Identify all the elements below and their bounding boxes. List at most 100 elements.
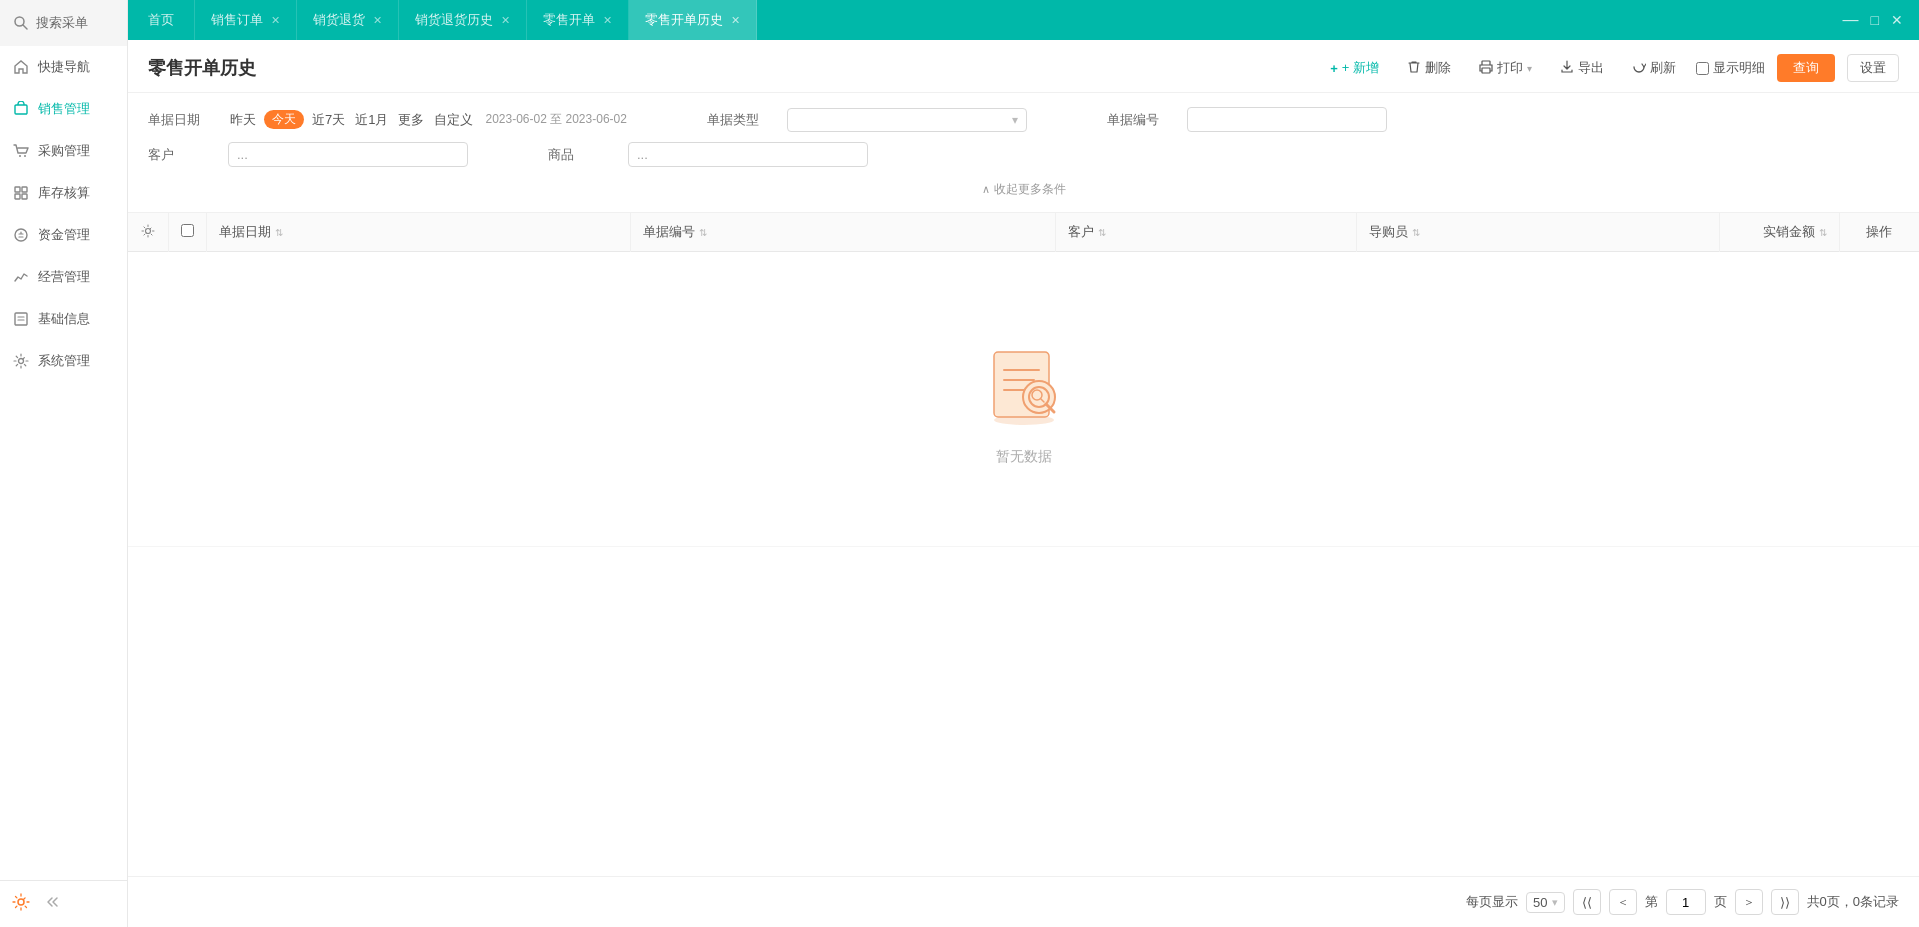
- export-icon: [1560, 60, 1574, 77]
- goods-placeholder-text: ...: [637, 147, 648, 162]
- svg-rect-8: [22, 194, 27, 199]
- delete-button[interactable]: 删除: [1399, 55, 1459, 81]
- doc-num-input[interactable]: [1187, 107, 1387, 132]
- date-options: 昨天 今天 近7天 近1月 更多 自定义 2023-06-02 至 2023-0…: [228, 110, 627, 130]
- next-page-button[interactable]: ＞: [1735, 889, 1763, 915]
- per-page-value: 50: [1533, 895, 1547, 910]
- date-opt-yesterday[interactable]: 昨天: [228, 110, 258, 130]
- th-customer[interactable]: 客户 ⇅: [1056, 213, 1357, 252]
- tab-close-icon[interactable]: ✕: [271, 14, 280, 27]
- collapse-button[interactable]: ∧ 收起更多条件: [982, 181, 1066, 198]
- th-salesperson[interactable]: 导购员 ⇅: [1356, 213, 1719, 252]
- collapse-label: 收起更多条件: [994, 181, 1066, 198]
- tab-sales-return-label: 销货退货: [313, 11, 365, 29]
- search-icon: [12, 14, 30, 32]
- export-button[interactable]: 导出: [1552, 55, 1612, 81]
- settings-icon[interactable]: [12, 893, 30, 915]
- sidebar-item-label: 快捷导航: [38, 58, 90, 76]
- per-page-dropdown-icon: ▾: [1552, 896, 1558, 909]
- th-num[interactable]: 单据编号 ⇅: [631, 213, 1056, 252]
- sidebar-item-inventory[interactable]: 库存核算: [0, 172, 127, 214]
- last-page-button[interactable]: ⟩⟩: [1771, 889, 1799, 915]
- date-opt-7days[interactable]: 近7天: [310, 110, 347, 130]
- th-amount[interactable]: 实销金额 ⇅: [1719, 213, 1839, 252]
- prev-page-button[interactable]: ＜: [1609, 889, 1637, 915]
- empty-text: 暂无数据: [996, 448, 1052, 466]
- maximize-button[interactable]: □: [1871, 12, 1879, 28]
- show-detail-input[interactable]: [1696, 62, 1709, 75]
- sidebar-item-label: 库存核算: [38, 184, 90, 202]
- select-all-checkbox[interactable]: [181, 224, 194, 237]
- tab-close-icon[interactable]: ✕: [603, 14, 612, 27]
- purchase-icon: [12, 142, 30, 160]
- customer-placeholder-text: ...: [237, 147, 248, 162]
- date-opt-1month[interactable]: 近1月: [353, 110, 390, 130]
- sidebar: 搜索采单 快捷导航 销售管理 采购管理: [0, 0, 128, 927]
- table-body: 暂无数据: [128, 252, 1919, 547]
- collapse-icon[interactable]: [46, 893, 64, 915]
- customer-input[interactable]: ...: [228, 142, 468, 167]
- pagination: 每页显示 50 ▾ ⟨⟨ ＜ 第 页 ＞ ⟩⟩ 共0页，0条记录: [128, 876, 1919, 927]
- sidebar-item-label: 基础信息: [38, 310, 90, 328]
- page-number-input[interactable]: [1666, 889, 1706, 915]
- page-title: 零售开单历史: [148, 56, 256, 80]
- tab-retail-open[interactable]: 零售开单 ✕: [527, 0, 629, 40]
- date-opt-today[interactable]: 今天: [264, 110, 304, 129]
- sidebar-item-operations[interactable]: 经营管理: [0, 256, 127, 298]
- add-icon: +: [1330, 61, 1338, 76]
- tab-retail-open-history[interactable]: 零售开单历史 ✕: [629, 0, 757, 40]
- add-button[interactable]: + + 新增: [1322, 55, 1387, 81]
- sidebar-item-label: 资金管理: [38, 226, 90, 244]
- tab-sales-return[interactable]: 销货退货 ✕: [297, 0, 399, 40]
- tab-close-icon[interactable]: ✕: [731, 14, 740, 27]
- sidebar-item-label: 销售管理: [38, 100, 90, 118]
- sidebar-item-quick-nav[interactable]: 快捷导航: [0, 46, 127, 88]
- tab-sales-return-history[interactable]: 销货退货历史 ✕: [399, 0, 527, 40]
- goods-input[interactable]: ...: [628, 142, 868, 167]
- tab-sales-order[interactable]: 销售订单 ✕: [195, 0, 297, 40]
- base-info-icon: [12, 310, 30, 328]
- th-actions-label: 操作: [1866, 224, 1892, 239]
- sidebar-search[interactable]: 搜索采单: [0, 0, 127, 46]
- empty-illustration: [974, 332, 1074, 432]
- first-page-button[interactable]: ⟨⟨: [1573, 889, 1601, 915]
- svg-point-13: [18, 899, 24, 905]
- show-detail-checkbox[interactable]: 显示明细: [1696, 59, 1765, 77]
- page-suffix: 页: [1714, 893, 1727, 911]
- sidebar-item-label: 经营管理: [38, 268, 90, 286]
- empty-state-row: 暂无数据: [128, 252, 1919, 547]
- th-amount-label: 实销金额: [1763, 223, 1815, 241]
- content-area: 零售开单历史 + + 新增 删除: [128, 40, 1919, 927]
- settings-button[interactable]: 设置: [1847, 54, 1899, 82]
- tab-sales-return-history-label: 销货退货历史: [415, 11, 493, 29]
- refresh-button[interactable]: 刷新: [1624, 55, 1684, 81]
- date-opt-custom[interactable]: 自定义: [432, 110, 475, 130]
- minimize-button[interactable]: —: [1843, 11, 1859, 29]
- close-button[interactable]: ✕: [1891, 12, 1903, 28]
- query-button[interactable]: 查询: [1777, 54, 1835, 82]
- sidebar-item-base-info[interactable]: 基础信息: [0, 298, 127, 340]
- tab-home[interactable]: 首页: [128, 0, 195, 40]
- date-opt-more[interactable]: 更多: [396, 110, 426, 130]
- th-checkbox[interactable]: [168, 213, 206, 252]
- sidebar-item-purchase-mgmt[interactable]: 采购管理: [0, 130, 127, 172]
- goods-filter-label: 商品: [548, 146, 608, 164]
- th-date[interactable]: 单据日期 ⇅: [206, 213, 631, 252]
- th-salesperson-label: 导购员: [1369, 223, 1408, 241]
- th-settings[interactable]: [128, 213, 168, 252]
- sidebar-item-finance[interactable]: 资金管理: [0, 214, 127, 256]
- print-button[interactable]: 打印 ▾: [1471, 55, 1540, 81]
- per-page-select[interactable]: 50 ▾: [1526, 892, 1564, 913]
- per-page-label: 每页显示: [1466, 893, 1518, 911]
- tab-close-icon[interactable]: ✕: [373, 14, 382, 27]
- tab-close-icon[interactable]: ✕: [501, 14, 510, 27]
- chevron-down-icon: ▾: [1012, 113, 1018, 127]
- tab-home-label: 首页: [148, 11, 174, 29]
- doc-type-select[interactable]: ▾: [787, 108, 1027, 132]
- page-header: 零售开单历史 + + 新增 删除: [128, 40, 1919, 93]
- sidebar-search-label: 搜索采单: [36, 14, 88, 32]
- sidebar-item-system-mgmt[interactable]: 系统管理: [0, 340, 127, 382]
- sidebar-item-sales-mgmt[interactable]: 销售管理: [0, 88, 127, 130]
- doc-num-filter-label: 单据编号: [1107, 111, 1167, 129]
- svg-rect-2: [15, 105, 27, 114]
